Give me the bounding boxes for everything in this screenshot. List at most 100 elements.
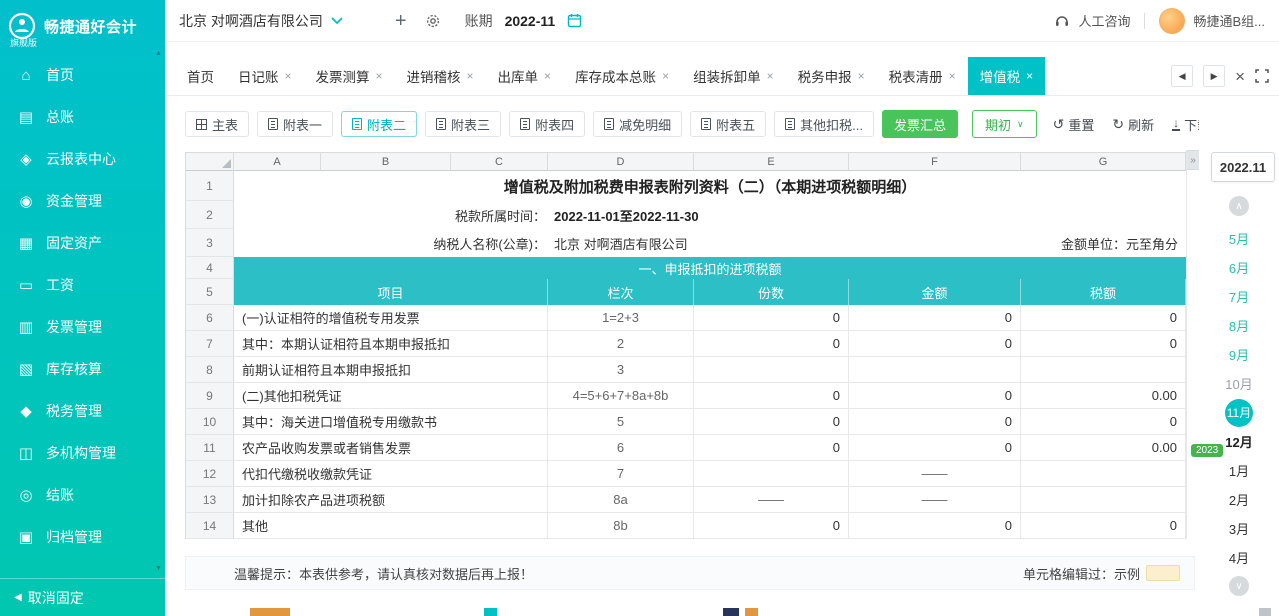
- sidebar-item[interactable]: ⌂ 首页: [0, 54, 165, 96]
- table-header-cell[interactable]: 份数: [694, 279, 849, 305]
- close-icon[interactable]: ×: [949, 69, 956, 83]
- tab-scroll-right-button[interactable]: ▶: [1203, 65, 1226, 87]
- cell[interactable]: 其中：海关进口增值税专用缴款书: [234, 409, 548, 435]
- sidebar-item[interactable]: ▦ 固定资产: [0, 222, 165, 264]
- cell[interactable]: [1021, 357, 1186, 383]
- row-number[interactable]: 2: [186, 201, 234, 229]
- column-header[interactable]: F: [849, 153, 1021, 171]
- cell[interactable]: 农产品收购发票或者销售发票: [234, 435, 548, 461]
- cell[interactable]: 0: [1021, 409, 1186, 435]
- month-item[interactable]: 7月: [1199, 282, 1279, 311]
- cell[interactable]: 0: [694, 513, 849, 539]
- taskbar-item[interactable]: [250, 608, 290, 616]
- sidebar-item[interactable]: ◈ 云报表中心: [0, 138, 165, 180]
- sidebar-scroll-up-icon[interactable]: ▲: [155, 50, 162, 57]
- sidebar-item[interactable]: ▥ 发票管理: [0, 306, 165, 348]
- cell[interactable]: 4=5+6+7+8a+8b: [548, 383, 694, 409]
- invoice-summary-button[interactable]: 发票汇总: [881, 110, 958, 138]
- cell[interactable]: 0: [694, 409, 849, 435]
- row-number[interactable]: 6: [186, 305, 234, 331]
- row-number[interactable]: 3: [186, 229, 234, 257]
- month-item[interactable]: 10月: [1199, 369, 1279, 398]
- document-tab[interactable]: 税表清册 ×: [877, 57, 968, 95]
- sheet-tab[interactable]: 主表: [185, 111, 250, 137]
- sidebar-item[interactable]: ◫ 多机构管理: [0, 432, 165, 474]
- user-avatar[interactable]: [1159, 7, 1186, 34]
- close-tab-button[interactable]: ×: [1235, 68, 1245, 85]
- cell[interactable]: 1=2+3: [548, 305, 694, 331]
- add-icon[interactable]: +: [395, 11, 407, 31]
- row-number[interactable]: 1: [186, 171, 234, 201]
- unpin-sidebar-button[interactable]: ◀ 取消固定: [0, 578, 165, 616]
- row-number[interactable]: 14: [186, 513, 234, 539]
- close-icon[interactable]: ×: [858, 69, 865, 83]
- sidebar-item[interactable]: ◉ 资金管理: [0, 180, 165, 222]
- cell[interactable]: 2022-11-01至2022-11-30: [548, 201, 1186, 229]
- column-header[interactable]: C: [451, 153, 548, 171]
- document-tab[interactable]: 日记账 ×: [226, 57, 304, 95]
- close-icon[interactable]: ×: [767, 69, 774, 83]
- table-header-cell[interactable]: 项目: [234, 279, 548, 305]
- cell[interactable]: 2: [548, 331, 694, 357]
- row-number[interactable]: 8: [186, 357, 234, 383]
- row-number[interactable]: 12: [186, 461, 234, 487]
- month-item[interactable]: 1月: [1199, 456, 1279, 485]
- cell[interactable]: 0: [694, 305, 849, 331]
- sidebar-item[interactable]: ▤ 总账: [0, 96, 165, 138]
- document-tab[interactable]: 出库单 ×: [486, 57, 564, 95]
- table-header-cell[interactable]: 栏次: [548, 279, 694, 305]
- cell[interactable]: ——: [694, 487, 849, 513]
- cell[interactable]: 0: [1021, 305, 1186, 331]
- company-selector[interactable]: 北京 对啊酒店有限公司: [179, 11, 323, 31]
- cell[interactable]: 金额单位：元至角分: [878, 229, 1186, 257]
- month-item[interactable]: 8月: [1199, 311, 1279, 340]
- cell[interactable]: [694, 357, 849, 383]
- sheet-tab[interactable]: 附表四: [509, 111, 586, 137]
- column-header[interactable]: G: [1021, 153, 1186, 171]
- close-icon[interactable]: ×: [1026, 69, 1033, 83]
- cell[interactable]: 3: [548, 357, 694, 383]
- row-number[interactable]: 7: [186, 331, 234, 357]
- document-tab[interactable]: 发票测算 ×: [304, 57, 395, 95]
- month-item[interactable]: 5月: [1199, 224, 1279, 253]
- cell[interactable]: ——: [849, 487, 1021, 513]
- cell[interactable]: 0: [1021, 513, 1186, 539]
- document-tab[interactable]: 税务申报 ×: [786, 57, 877, 95]
- row-number[interactable]: 13: [186, 487, 234, 513]
- sheet-tab[interactable]: 减免明细: [593, 111, 683, 137]
- column-header[interactable]: E: [694, 153, 849, 171]
- rail-scroll-down-button[interactable]: ∨: [1229, 576, 1249, 596]
- cell[interactable]: 北京 对啊酒店有限公司: [548, 229, 878, 257]
- document-tab[interactable]: 首页: [175, 57, 226, 95]
- period-value[interactable]: 2022-11: [505, 13, 556, 29]
- sidebar-item[interactable]: ◎ 结账: [0, 474, 165, 516]
- cell[interactable]: 0: [849, 383, 1021, 409]
- month-item[interactable]: 11月: [1199, 398, 1279, 427]
- row-number[interactable]: 11: [186, 435, 234, 461]
- column-header[interactable]: B: [321, 153, 451, 171]
- cell[interactable]: 纳税人名称(公章)：: [234, 229, 548, 257]
- consult-link[interactable]: 人工咨询: [1078, 11, 1130, 30]
- sheet-tab[interactable]: 附表五: [690, 111, 767, 137]
- table-header-cell[interactable]: 金额: [849, 279, 1021, 305]
- reset-button[interactable]: ↺ 重置: [1051, 110, 1097, 138]
- cell[interactable]: 0.00: [1021, 383, 1186, 409]
- cell[interactable]: (一)认证相符的增值税专用发票: [234, 305, 548, 331]
- section-header-cell[interactable]: 一、申报抵扣的进项税额: [234, 257, 1186, 279]
- cell[interactable]: 前期认证相符且本期申报抵扣: [234, 357, 548, 383]
- opening-balance-button[interactable]: 期初 ∨: [971, 110, 1037, 138]
- taskbar-item[interactable]: [745, 608, 758, 616]
- current-period[interactable]: 2022.11: [1211, 152, 1275, 182]
- cell[interactable]: 6: [548, 435, 694, 461]
- cell[interactable]: [1021, 461, 1186, 487]
- taskbar-item[interactable]: [723, 608, 739, 616]
- headset-icon[interactable]: [1054, 13, 1070, 29]
- document-tab[interactable]: 增值税 ×: [967, 57, 1046, 95]
- cell[interactable]: 0: [1021, 331, 1186, 357]
- sheet-tab[interactable]: 附表三: [425, 111, 502, 137]
- sidebar-item[interactable]: ▭ 工资: [0, 264, 165, 306]
- column-header[interactable]: D: [548, 153, 694, 171]
- refresh-button[interactable]: ↻ 刷新: [1110, 110, 1156, 138]
- month-item[interactable]: 4月: [1199, 543, 1279, 572]
- month-item[interactable]: 2月: [1199, 485, 1279, 514]
